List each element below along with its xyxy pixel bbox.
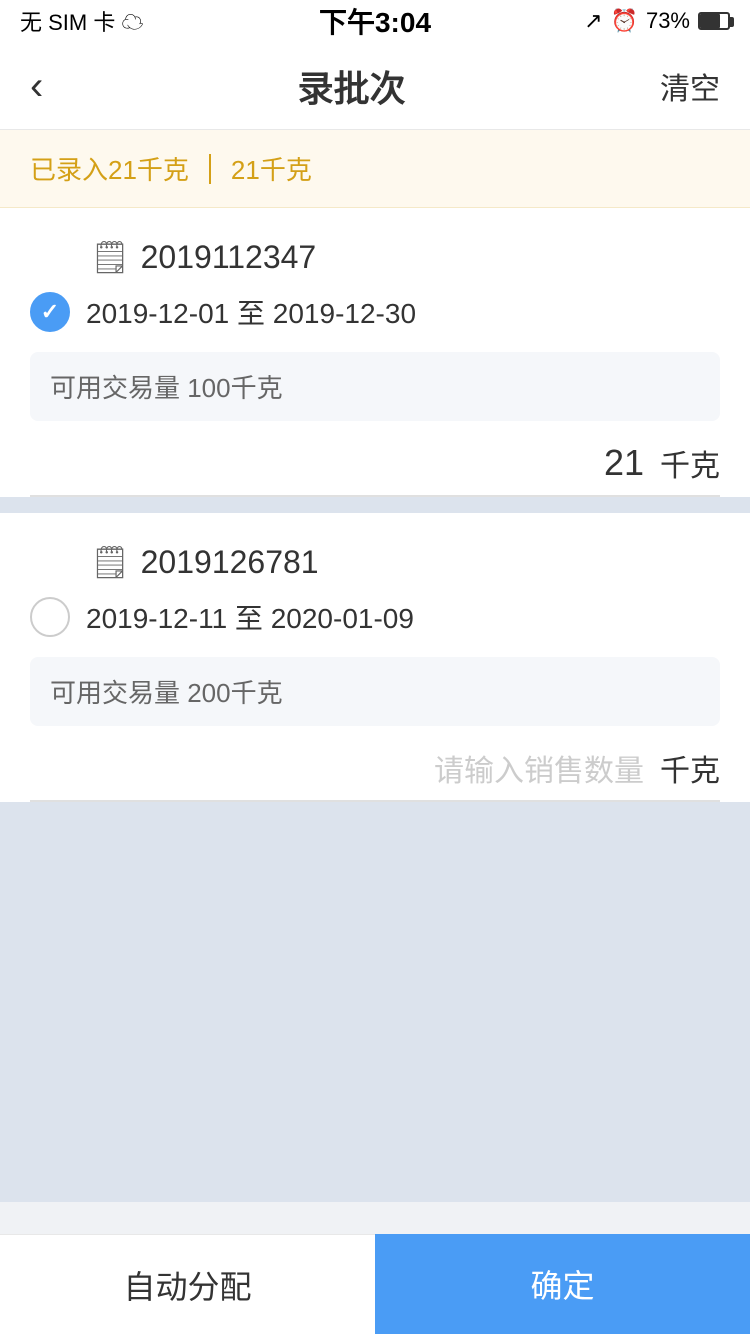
- battery-icon: [698, 12, 730, 30]
- batch-card-2: 🗒 2019126781 2019-12-11 至 2020-01-09 可用交…: [0, 513, 750, 802]
- info-divider: [209, 154, 211, 184]
- recorded-value: 21千克: [231, 150, 312, 187]
- quantity-value-1: 21: [604, 442, 644, 484]
- status-left: 无 SIM 卡 ☁: [20, 5, 143, 37]
- status-right: ↗ ⏰ 73%: [584, 8, 730, 34]
- batch-card-1: 🗒 2019112347 2019-12-01 至 2019-12-30 可用交…: [0, 208, 750, 497]
- radio-2[interactable]: [30, 597, 70, 637]
- back-button[interactable]: ‹: [30, 66, 43, 106]
- info-banner: 已录入21千克 21千克: [0, 130, 750, 208]
- batch-id-row-2: 🗒 2019126781: [30, 543, 720, 581]
- footer: 自动分配 确定: [0, 1234, 750, 1334]
- batch-id-1: 2019112347: [141, 239, 317, 276]
- sim-label: 无 SIM 卡 ☁: [20, 5, 143, 37]
- card-separator: [0, 497, 750, 513]
- page-title: 录批次: [298, 60, 406, 112]
- batch-capacity-2: 可用交易量 200千克: [30, 657, 720, 726]
- auto-distribute-button[interactable]: 自动分配: [0, 1234, 375, 1334]
- batch-date-1: 2019-12-01 至 2019-12-30: [86, 292, 416, 332]
- quantity-row-1: 21 千克: [0, 421, 750, 495]
- batch-id-2: 2019126781: [141, 544, 319, 581]
- status-bar: 无 SIM 卡 ☁ 下午3:04 ↗ ⏰ 73%: [0, 0, 750, 42]
- nav-bar: ‹ 录批次 清空: [0, 42, 750, 130]
- recorded-label: 已录入21千克: [30, 150, 189, 187]
- bottom-area: [0, 802, 750, 1202]
- batch-capacity-1: 可用交易量 100千克: [30, 352, 720, 421]
- batch-date-row-2[interactable]: 2019-12-11 至 2020-01-09: [30, 597, 720, 637]
- battery-label: 73%: [646, 8, 690, 34]
- confirm-button[interactable]: 确定: [375, 1234, 750, 1334]
- quantity-unit-1: 千克: [660, 441, 720, 485]
- batch-icon-2: 🗒: [90, 543, 131, 581]
- clear-button[interactable]: 清空: [660, 64, 720, 108]
- quantity-row-2: 请输入销售数量 千克: [0, 726, 750, 800]
- batch-date-row-1[interactable]: 2019-12-01 至 2019-12-30: [30, 292, 720, 332]
- alarm-icon: ⏰: [611, 8, 638, 34]
- quantity-unit-2: 千克: [660, 746, 720, 790]
- batch-date-2: 2019-12-11 至 2020-01-09: [86, 597, 414, 637]
- arrow-icon: ↗: [584, 8, 602, 34]
- radio-1[interactable]: [30, 292, 70, 332]
- batch-icon-1: 🗒: [90, 238, 131, 276]
- quantity-placeholder-2: 请输入销售数量: [434, 746, 644, 790]
- status-time: 下午3:04: [319, 1, 431, 41]
- batch-id-row-1: 🗒 2019112347: [30, 238, 720, 276]
